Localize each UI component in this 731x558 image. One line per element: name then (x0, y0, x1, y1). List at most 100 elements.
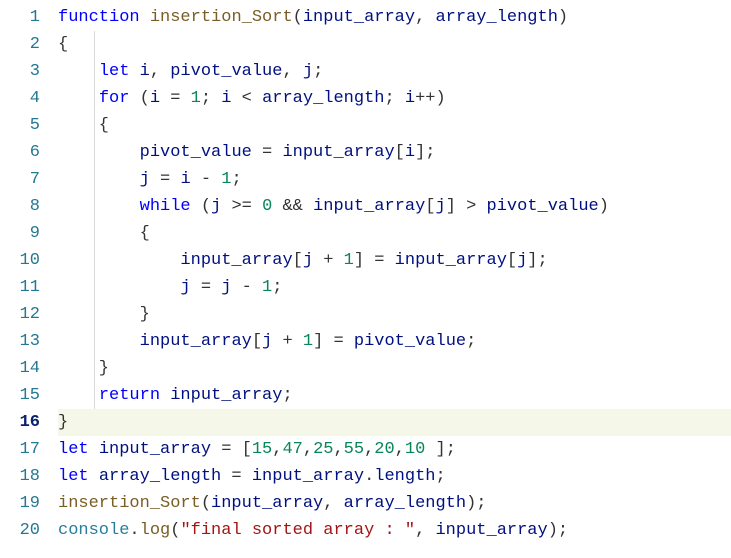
code-area[interactable]: function insertion_Sort(input_array, arr… (58, 4, 731, 558)
brace-token: { (58, 116, 109, 135)
code-line[interactable]: j = j - 1; (58, 274, 731, 301)
op-token: = (160, 89, 191, 108)
code-line[interactable]: { (58, 220, 731, 247)
punct-token: . (129, 521, 139, 540)
indent-token (58, 170, 140, 189)
keyword-token: while (140, 197, 191, 216)
code-line[interactable]: console.log("final sorted array : ", inp… (58, 517, 731, 544)
number-token: 0 (262, 197, 272, 216)
identifier-token: j (221, 278, 231, 297)
code-line[interactable]: function insertion_Sort(input_array, arr… (58, 4, 731, 31)
code-line[interactable]: { (58, 112, 731, 139)
identifier-token: j (262, 332, 272, 351)
indent-token (58, 62, 99, 81)
code-line[interactable]: let input_array = [15,47,25,55,20,10 ]; (58, 436, 731, 463)
indent-guide (94, 301, 95, 328)
punct-token: ) (599, 197, 609, 216)
code-line[interactable]: j = i - 1; (58, 166, 731, 193)
identifier-token: input_array (140, 332, 252, 351)
op-token: - (191, 170, 222, 189)
code-line[interactable]: input_array[j + 1] = input_array[j]; (58, 247, 731, 274)
punct-token: , (272, 440, 282, 459)
string-token: "final sorted array : " (180, 521, 415, 540)
identifier-token: j (180, 278, 190, 297)
identifier-token: pivot_value (354, 332, 466, 351)
identifier-token: input_array (252, 467, 364, 486)
method-token: log (140, 521, 171, 540)
indent-token (58, 278, 180, 297)
punct-token: ]; (527, 251, 547, 270)
indent-token (58, 143, 140, 162)
identifier-token: i (180, 170, 190, 189)
line-number: 1 (0, 4, 40, 31)
line-number: 2 (0, 31, 40, 58)
code-line[interactable]: } (58, 409, 731, 436)
identifier-token: i (140, 62, 150, 81)
line-number-gutter: 1 2 3 4 5 6 7 8 9 10 11 12 13 14 15 16 1… (0, 4, 58, 558)
text-token (89, 440, 99, 459)
identifier-token: input_array (170, 386, 282, 405)
op-token: + (313, 251, 344, 270)
line-number: 18 (0, 463, 40, 490)
code-line[interactable]: input_array[j + 1] = pivot_value; (58, 328, 731, 355)
code-line[interactable]: while (j >= 0 && input_array[j] > pivot_… (58, 193, 731, 220)
indent-guide (94, 220, 95, 247)
identifier-token: input_array (282, 143, 394, 162)
identifier-token: j (303, 251, 313, 270)
identifier-token: input_array (313, 197, 425, 216)
op-token: ] > (446, 197, 487, 216)
object-token: console (58, 521, 129, 540)
op-token: < (231, 89, 262, 108)
code-line[interactable]: pivot_value = input_array[i]; (58, 139, 731, 166)
identifier-token: input_array (180, 251, 292, 270)
identifier-token: j (303, 62, 313, 81)
keyword-token: function (58, 8, 140, 27)
code-line[interactable]: insertion_Sort(input_array, array_length… (58, 490, 731, 517)
number-token: 1 (344, 251, 354, 270)
identifier-token: array_length (99, 467, 221, 486)
indent-token (58, 197, 140, 216)
identifier-token: j (517, 251, 527, 270)
punct-token: ; (466, 332, 476, 351)
code-line[interactable]: } (58, 301, 731, 328)
op-token: = (252, 143, 283, 162)
code-line[interactable]: } (58, 355, 731, 382)
identifier-token: i (405, 143, 415, 162)
line-number: 8 (0, 193, 40, 220)
punct-token: , (323, 494, 343, 513)
punct-token: ; (201, 89, 221, 108)
number-token: 1 (262, 278, 272, 297)
indent-guide (94, 31, 95, 58)
punct-token: [ (425, 197, 435, 216)
line-number: 3 (0, 58, 40, 85)
identifier-token: i (221, 89, 231, 108)
line-number: 11 (0, 274, 40, 301)
punct-token: . (364, 467, 374, 486)
number-token: 1 (191, 89, 201, 108)
brace-token: } (58, 359, 109, 378)
line-number: 19 (0, 490, 40, 517)
text-token (140, 8, 150, 27)
punct-token: ; (313, 62, 323, 81)
identifier-token: array_length (262, 89, 384, 108)
code-line[interactable]: { (58, 31, 731, 58)
indent-guide (94, 382, 95, 409)
code-line[interactable]: return input_array; (58, 382, 731, 409)
keyword-token: let (99, 62, 130, 81)
punct-token: ( (293, 8, 303, 27)
line-number: 4 (0, 85, 40, 112)
punct-token: ( (191, 197, 211, 216)
punct-token: ); (548, 521, 568, 540)
identifier-token: pivot_value (140, 143, 252, 162)
number-token: 55 (344, 440, 364, 459)
identifier-token: i (150, 89, 160, 108)
op-token: = (150, 170, 181, 189)
code-line[interactable]: let array_length = input_array.length; (58, 463, 731, 490)
code-line[interactable]: let i, pivot_value, j; (58, 58, 731, 85)
indent-guide (94, 112, 95, 139)
brace-token: } (58, 413, 68, 432)
punct-token: ; (282, 386, 292, 405)
identifier-token: input_array (395, 251, 507, 270)
identifier-token: input_array (211, 494, 323, 513)
code-line[interactable]: for (i = 1; i < array_length; i++) (58, 85, 731, 112)
